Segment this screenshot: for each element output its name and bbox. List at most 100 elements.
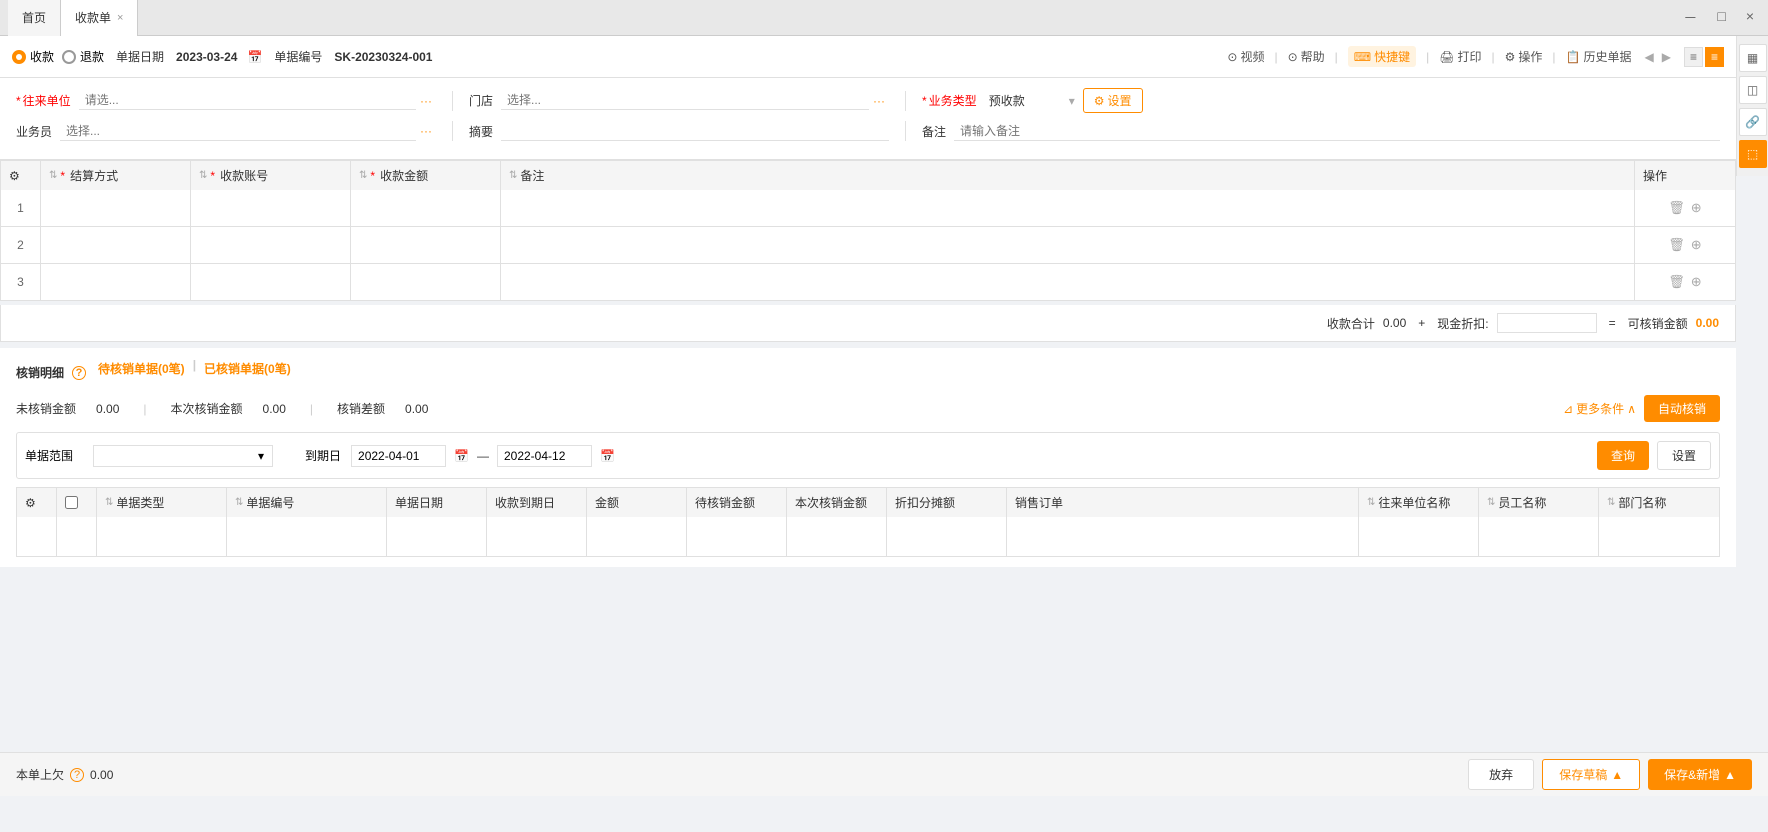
sidebar-icon-2[interactable]: ◫ <box>1739 76 1767 104</box>
prev-arrow[interactable]: ◀ <box>1642 48 1657 66</box>
tab-home[interactable]: 首页 <box>8 0 61 36</box>
detail-col-sales-order: 销售订单 <box>1007 488 1359 517</box>
setting-button[interactable]: ⚙ 设置 <box>1083 88 1143 113</box>
row-2-account[interactable] <box>191 227 351 263</box>
calendar-icon[interactable]: 📅 <box>247 50 262 64</box>
row-3-amount[interactable] <box>351 264 501 300</box>
filter-row: 单据范围 ▾ 到期日 📅 — 📅 查询 设置 <box>16 432 1720 479</box>
tab-pending[interactable]: 待核销单据(0笔) <box>94 358 189 379</box>
payment-table: ⚙ ⇅ * 结算方式 ⇅ * 收款账号 ⇅ * 收款金额 ⇅ 备注 <box>0 160 1736 301</box>
shop-dots-icon[interactable]: ··· <box>869 94 889 108</box>
discount-input[interactable] <box>1497 313 1597 333</box>
detail-col-type: ⇅ 单据类型 <box>97 488 227 517</box>
row-2-amount[interactable] <box>351 227 501 263</box>
tab-done[interactable]: 已核销单据(0笔) <box>200 358 295 379</box>
row-2-copy-icon[interactable]: ⊕ <box>1691 237 1702 253</box>
table-header: ⚙ ⇅ * 结算方式 ⇅ * 收款账号 ⇅ * 收款金额 ⇅ 备注 <box>0 160 1736 190</box>
abandon-btn[interactable]: 放弃 <box>1468 759 1534 790</box>
row-2-delete-icon[interactable]: 🗑 <box>1668 237 1685 253</box>
sidebar-icon-1[interactable]: ▦ <box>1739 44 1767 72</box>
footer-left: 本单上欠 ? 0.00 <box>16 766 113 783</box>
shop-input[interactable] <box>501 91 869 110</box>
date-from-input[interactable] <box>351 445 446 467</box>
row-2-note[interactable] <box>501 227 1635 263</box>
radio-receipt[interactable]: 收款 <box>12 48 54 65</box>
next-arrow[interactable]: ▶ <box>1659 48 1674 66</box>
row-1-amount[interactable] <box>351 190 501 226</box>
summary-input[interactable] <box>501 122 889 141</box>
partner-dots-icon[interactable]: ··· <box>416 94 436 108</box>
calendar-to-icon[interactable]: 📅 <box>600 449 615 463</box>
row-3-copy-icon[interactable]: ⊕ <box>1691 274 1702 290</box>
col-config[interactable]: ⚙ <box>1 161 41 190</box>
auto-verify-btn[interactable]: 自动核销 <box>1644 395 1720 422</box>
total-value: 0.00 <box>1383 316 1406 330</box>
print-btn[interactable]: 🖨 打印 <box>1439 48 1481 65</box>
calendar-from-icon[interactable]: 📅 <box>454 449 469 463</box>
filter-setting-btn[interactable]: 设置 <box>1657 441 1711 470</box>
detail-col-check[interactable] <box>57 488 97 517</box>
win-min-btn[interactable]: － <box>1677 6 1703 30</box>
page-info-icon[interactable]: ? <box>70 768 84 782</box>
staff-input[interactable] <box>60 122 416 141</box>
note-input[interactable] <box>954 122 1720 141</box>
detail-col-current: 本次核销金额 <box>787 488 887 517</box>
table-row: 1 🗑 ⊕ <box>0 190 1736 227</box>
partner-input[interactable] <box>79 91 416 110</box>
shortcut-btn[interactable]: ⌨ 快捷键 <box>1348 46 1416 67</box>
plus-sign: + <box>1418 316 1425 330</box>
row-2-payment[interactable] <box>41 227 191 263</box>
operation-btn[interactable]: ⚙ 操作 <box>1505 48 1543 65</box>
sidebar-icon-3[interactable]: 🔗 <box>1739 108 1767 136</box>
type-select[interactable]: 预收款 ▾ <box>985 90 1075 111</box>
type-dropdown-icon: ▾ <box>1069 94 1075 108</box>
sidebar-icon-4[interactable]: ⬚ <box>1739 140 1767 168</box>
row-2-actions: 🗑 ⊕ <box>1635 227 1735 263</box>
layout-btn-2[interactable]: ≡ <box>1705 47 1724 67</box>
form-row-2: 业务员 ··· 摘要 备注 <box>16 121 1720 141</box>
page-label: 本单上欠 <box>16 766 64 783</box>
row-1-delete-icon[interactable]: 🗑 <box>1668 200 1685 216</box>
row-3-note[interactable] <box>501 264 1635 300</box>
shortcut-icon: ⌨ <box>1354 50 1371 64</box>
staff-dots-icon[interactable]: ··· <box>416 124 436 138</box>
row-1-account[interactable] <box>191 190 351 226</box>
query-btn[interactable]: 查询 <box>1597 441 1649 470</box>
radio-return[interactable]: 退款 <box>62 48 104 65</box>
range-label: 单据范围 <box>25 447 73 464</box>
save-btn[interactable]: 保存&新增 ▲ <box>1648 759 1752 790</box>
detail-col-config[interactable]: ⚙ <box>17 488 57 517</box>
detail-check-all[interactable] <box>65 496 78 509</box>
detail-col-dept: ⇅ 部门名称 <box>1599 488 1719 517</box>
col-payment: ⇅ * 结算方式 <box>41 161 191 190</box>
history-icon: 📋 <box>1566 50 1581 64</box>
row-1-payment[interactable] <box>41 190 191 226</box>
range-dropdown[interactable]: ▾ <box>93 445 273 467</box>
verify-info-icon[interactable]: ? <box>72 366 86 380</box>
window-controls: － □ × <box>1677 6 1760 30</box>
video-btn[interactable]: ⊙ 视频 <box>1227 48 1264 65</box>
win-close-btn[interactable]: × <box>1740 6 1760 30</box>
layout-btn-1[interactable]: ≡ <box>1684 47 1703 67</box>
row-3-account[interactable] <box>191 264 351 300</box>
more-conditions-link[interactable]: ⊿ 更多条件 ∧ <box>1563 400 1636 417</box>
help-btn[interactable]: ⊙ 帮助 <box>1288 48 1325 65</box>
equal-sign: = <box>1609 316 1616 330</box>
win-max-btn[interactable]: □ <box>1711 6 1731 30</box>
row-1-copy-icon[interactable]: ⊕ <box>1691 200 1702 216</box>
form-area: * 往来单位 ··· 门店 ··· * 业务类型 预收款 <box>0 78 1736 160</box>
right-sidebar: ▦ ◫ 🔗 ⬚ <box>1736 36 1768 176</box>
tab-receipt[interactable]: 收款单 × <box>61 0 138 36</box>
row-3-actions: 🗑 ⊕ <box>1635 264 1735 300</box>
draft-btn[interactable]: 保存草稿 ▲ <box>1542 759 1640 790</box>
row-1-note[interactable] <box>501 190 1635 226</box>
summary-field: 摘要 <box>469 122 889 141</box>
verify-title: 核销明细 ? 待核销单据(0笔) | 已核销单据(0笔) <box>16 358 1720 387</box>
date-to-input[interactable] <box>497 445 592 467</box>
unchecked-value: 0.00 <box>96 402 119 416</box>
row-3-delete-icon[interactable]: 🗑 <box>1668 274 1685 290</box>
shop-field: 门店 ··· <box>469 91 889 110</box>
row-3-payment[interactable] <box>41 264 191 300</box>
history-btn[interactable]: 📋 历史单据 <box>1566 48 1632 65</box>
tab-close-icon[interactable]: × <box>117 0 123 36</box>
